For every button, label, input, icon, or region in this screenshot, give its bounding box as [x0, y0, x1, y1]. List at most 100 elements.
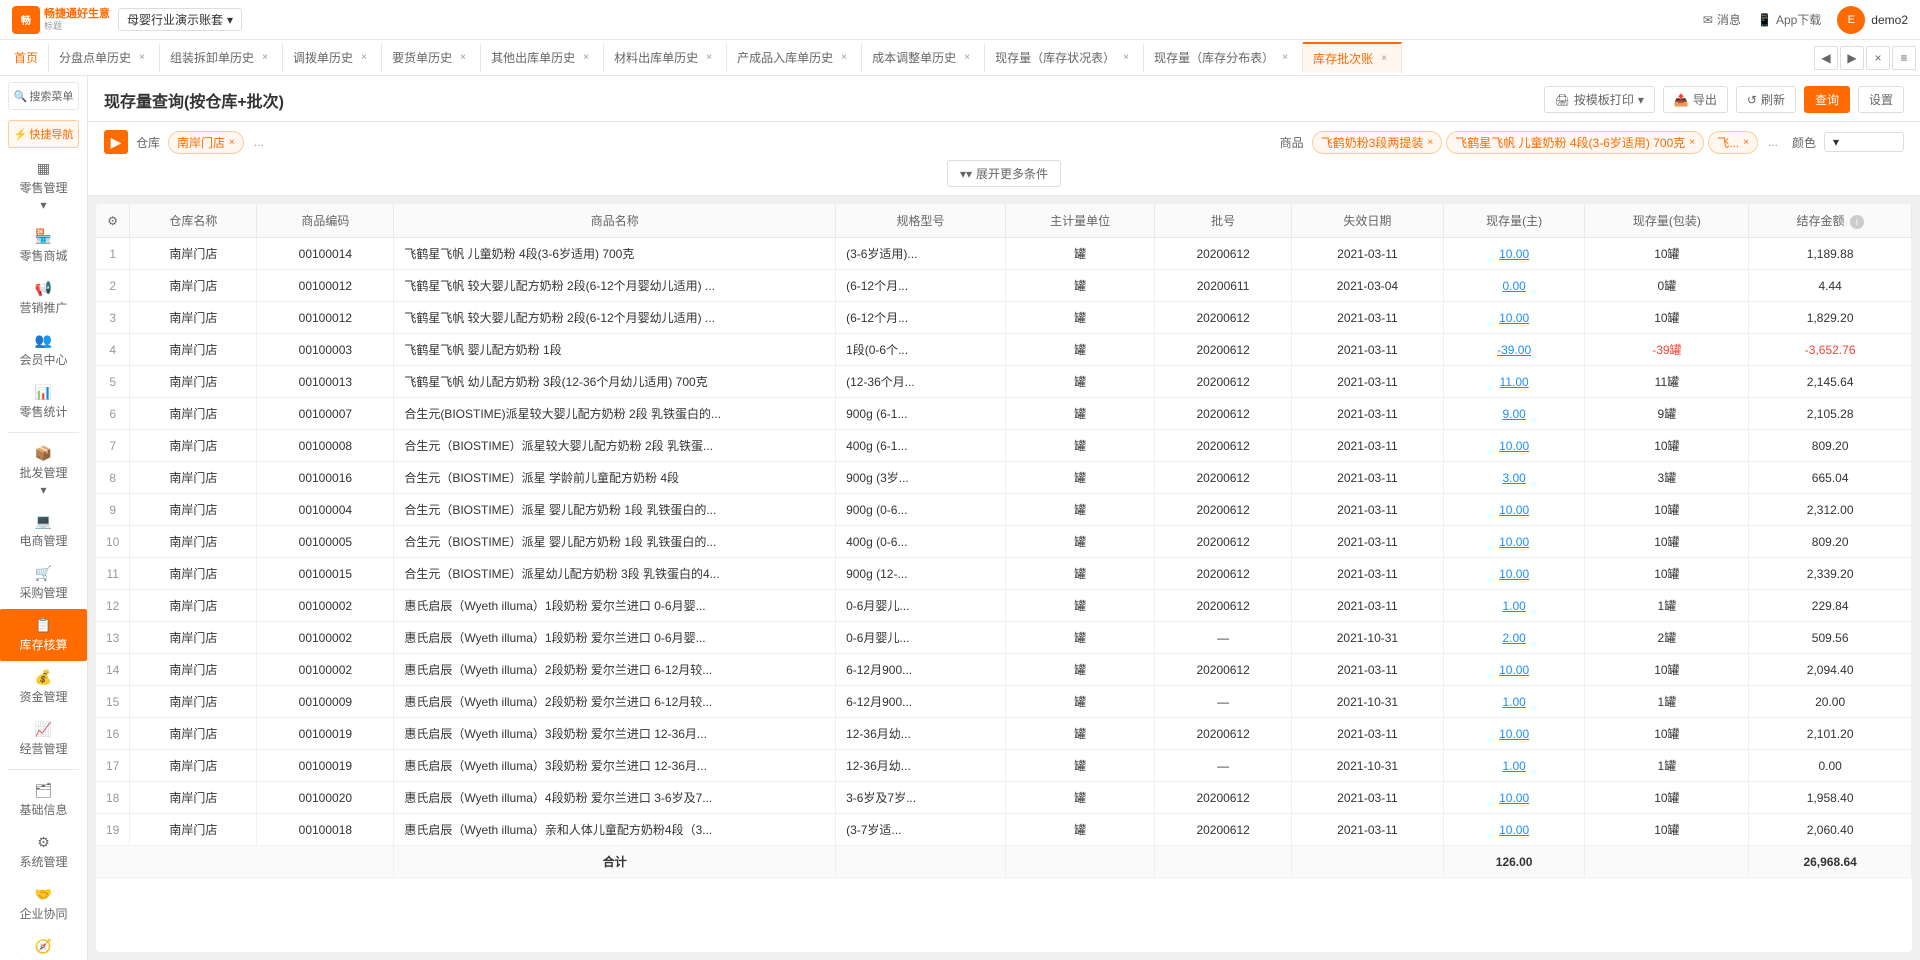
row-qty-main[interactable]: 1.00	[1443, 686, 1585, 718]
expand-conditions-btn[interactable]: ▾▾ 展开更多条件	[947, 160, 1061, 187]
guide-icon: 🧭	[35, 938, 52, 955]
sidebar-item-stats[interactable]: 📊 零售统计	[0, 376, 87, 428]
row-spec: 900g (0-6...	[836, 494, 1006, 526]
product-tag-0-remove[interactable]: ×	[1427, 137, 1433, 148]
user-area[interactable]: E demo2	[1837, 6, 1908, 34]
row-qty-main[interactable]: 1.00	[1443, 590, 1585, 622]
tab-tiaopi-close[interactable]: ×	[357, 51, 371, 65]
message-btn[interactable]: ✉ 消息	[1703, 11, 1741, 28]
tab-zuche[interactable]: 组装拆卸单历史 ×	[160, 43, 283, 72]
search-menu-btn[interactable]: 🔍 搜索菜单	[8, 82, 79, 110]
tab-yaohuo-close[interactable]: ×	[456, 51, 470, 65]
row-qty-main[interactable]: 9.00	[1443, 398, 1585, 430]
print-template-btn[interactable]: 🖨 按模板打印 ▾	[1544, 86, 1655, 113]
tab-chengpin-close[interactable]: ×	[837, 51, 851, 65]
sidebar-item-marketing[interactable]: 📢 营销推广	[0, 272, 87, 324]
row-qty-main[interactable]: 10.00	[1443, 558, 1585, 590]
tab-pici-close[interactable]: ×	[1377, 52, 1391, 66]
tab-cailiao[interactable]: 材料出库单历史 ×	[604, 43, 727, 72]
tab-chengben[interactable]: 成本调整单历史 ×	[862, 43, 985, 72]
app-download-btn[interactable]: 📱 App下载	[1757, 11, 1821, 28]
sidebar-item-finance[interactable]: 💰 资金管理	[0, 661, 87, 713]
row-expiry: 2021-03-11	[1292, 430, 1444, 462]
row-qty-main[interactable]: 10.00	[1443, 494, 1585, 526]
color-dropdown[interactable]: ▾	[1824, 132, 1904, 152]
row-qty-main[interactable]: 10.00	[1443, 238, 1585, 270]
sidebar-item-corp[interactable]: 🤝 企业协同	[0, 878, 87, 930]
sidebar-item-ops[interactable]: 📈 经营管理	[0, 713, 87, 765]
row-qty-main[interactable]: 10.00	[1443, 430, 1585, 462]
tab-home[interactable]: 首页	[4, 43, 49, 72]
row-qty-main[interactable]: 10.00	[1443, 782, 1585, 814]
sidebar-item-shop[interactable]: 🏪 零售商城	[0, 220, 87, 272]
query-btn[interactable]: 查询	[1804, 86, 1850, 113]
tab-pici[interactable]: 库存批次账 ×	[1303, 42, 1402, 73]
tab-zuche-close[interactable]: ×	[258, 51, 272, 65]
col-settings[interactable]: ⚙	[96, 204, 130, 238]
top-header: 畅 畅捷通好生意 标题 母婴行业演示账套 ▾ ✉ 消息 📱 App下载 E de…	[0, 0, 1920, 40]
amount-info-icon[interactable]: i	[1850, 215, 1864, 229]
sidebar-item-inventory[interactable]: 📋 库存核算	[0, 609, 87, 661]
row-amount: 809.20	[1749, 526, 1912, 558]
tab-qita-close[interactable]: ×	[579, 51, 593, 65]
row-name: 合生元（BIOSTIME）派星幼儿配方奶粉 3段 乳铁蛋白的4...	[394, 558, 836, 590]
tab-xianzailiang2[interactable]: 现存量（库存分布表） ×	[1144, 43, 1303, 72]
sidebar-item-basic[interactable]: 🗂 基础信息	[0, 774, 87, 826]
tab-next-btn[interactable]: ▶	[1840, 46, 1864, 70]
row-qty-main[interactable]: -39.00	[1443, 334, 1585, 366]
tab-qita[interactable]: 其他出库单历史 ×	[481, 43, 604, 72]
tab-xianzailiang1[interactable]: 现存量（库存状况表） ×	[985, 43, 1144, 72]
row-qty-main[interactable]: 3.00	[1443, 462, 1585, 494]
tab-menu-btn[interactable]: ≡	[1892, 46, 1916, 70]
sidebar-item-purchase[interactable]: 🛒 采购管理	[0, 557, 87, 609]
tab-xianzailiang2-close[interactable]: ×	[1278, 51, 1292, 65]
tab-chengpin[interactable]: 产成品入库单历史 ×	[727, 43, 862, 72]
refresh-btn[interactable]: ↺ 刷新	[1736, 86, 1796, 113]
table-row: 14 南岸门店 00100002 惠氏启辰（Wyeth illuma）2段奶粉 …	[96, 654, 1912, 686]
row-spec: 12-36月幼...	[836, 718, 1006, 750]
row-qty-main[interactable]: 0.00	[1443, 270, 1585, 302]
row-num: 12	[96, 590, 130, 622]
export-btn[interactable]: 📤 导出	[1663, 86, 1728, 113]
sidebar-item-wholesale[interactable]: 📦 批发管理 ▾	[0, 437, 87, 505]
row-qty-main[interactable]: 10.00	[1443, 654, 1585, 686]
product-tag-1-remove[interactable]: ×	[1689, 137, 1695, 148]
table-row: 10 南岸门店 00100005 合生元（BIOSTIME）派星 婴儿配方奶粉 …	[96, 526, 1912, 558]
sidebar-item-guide[interactable]: 🧭 新手引导	[0, 930, 87, 960]
row-qty-main[interactable]: 2.00	[1443, 622, 1585, 654]
tab-xianzailiang1-close[interactable]: ×	[1119, 51, 1133, 65]
row-qty-main[interactable]: 10.00	[1443, 718, 1585, 750]
sidebar-search-area: 🔍 搜索菜单	[0, 76, 87, 116]
product-more[interactable]: ...	[1762, 133, 1784, 151]
tab-close-btn[interactable]: ×	[1866, 46, 1890, 70]
row-qty-main[interactable]: 10.00	[1443, 302, 1585, 334]
row-qty-pkg: 11罐	[1585, 366, 1749, 398]
row-qty-main[interactable]: 10.00	[1443, 526, 1585, 558]
row-qty-main[interactable]: 1.00	[1443, 750, 1585, 782]
sidebar-item-member[interactable]: 👥 会员中心	[0, 324, 87, 376]
warehouse-more[interactable]: ...	[248, 133, 270, 151]
row-qty-main[interactable]: 10.00	[1443, 814, 1585, 846]
row-qty-main[interactable]: 11.00	[1443, 366, 1585, 398]
col-code: 商品编码	[257, 204, 394, 238]
filter-toggle-btn[interactable]: ▶	[104, 130, 128, 154]
product-tag-2-value: 飞...	[1717, 134, 1739, 151]
refresh-label: 刷新	[1761, 91, 1785, 108]
tab-fenpi-close[interactable]: ×	[135, 51, 149, 65]
tab-chengben-close[interactable]: ×	[960, 51, 974, 65]
warehouse-tag-remove[interactable]: ×	[229, 137, 235, 148]
tab-fenpi[interactable]: 分盘点单历史 ×	[49, 43, 160, 72]
tab-yaohuo[interactable]: 要货单历史 ×	[382, 43, 481, 72]
quick-nav-btn[interactable]: ⚡ 快捷导航	[8, 120, 79, 148]
settings-btn[interactable]: 设置	[1858, 86, 1904, 113]
tab-xianzailiang1-label: 现存量（库存状况表）	[995, 49, 1115, 66]
tab-tiaopi[interactable]: 调拨单历史 ×	[283, 43, 382, 72]
sidebar-item-system[interactable]: ⚙ 系统管理	[0, 826, 87, 878]
sidebar-item-retail[interactable]: ▦ 零售管理 ▾	[0, 152, 87, 220]
tab-prev-btn[interactable]: ◀	[1814, 46, 1838, 70]
workspace-selector[interactable]: 母婴行业演示账套 ▾	[118, 8, 242, 31]
product-tag-2-remove[interactable]: ×	[1743, 137, 1749, 148]
sidebar-item-ecom[interactable]: 💻 电商管理	[0, 505, 87, 557]
tab-cailiao-close[interactable]: ×	[702, 51, 716, 65]
row-name: 合生元（BIOSTIME）派星 婴儿配方奶粉 1段 乳铁蛋白的...	[394, 494, 836, 526]
